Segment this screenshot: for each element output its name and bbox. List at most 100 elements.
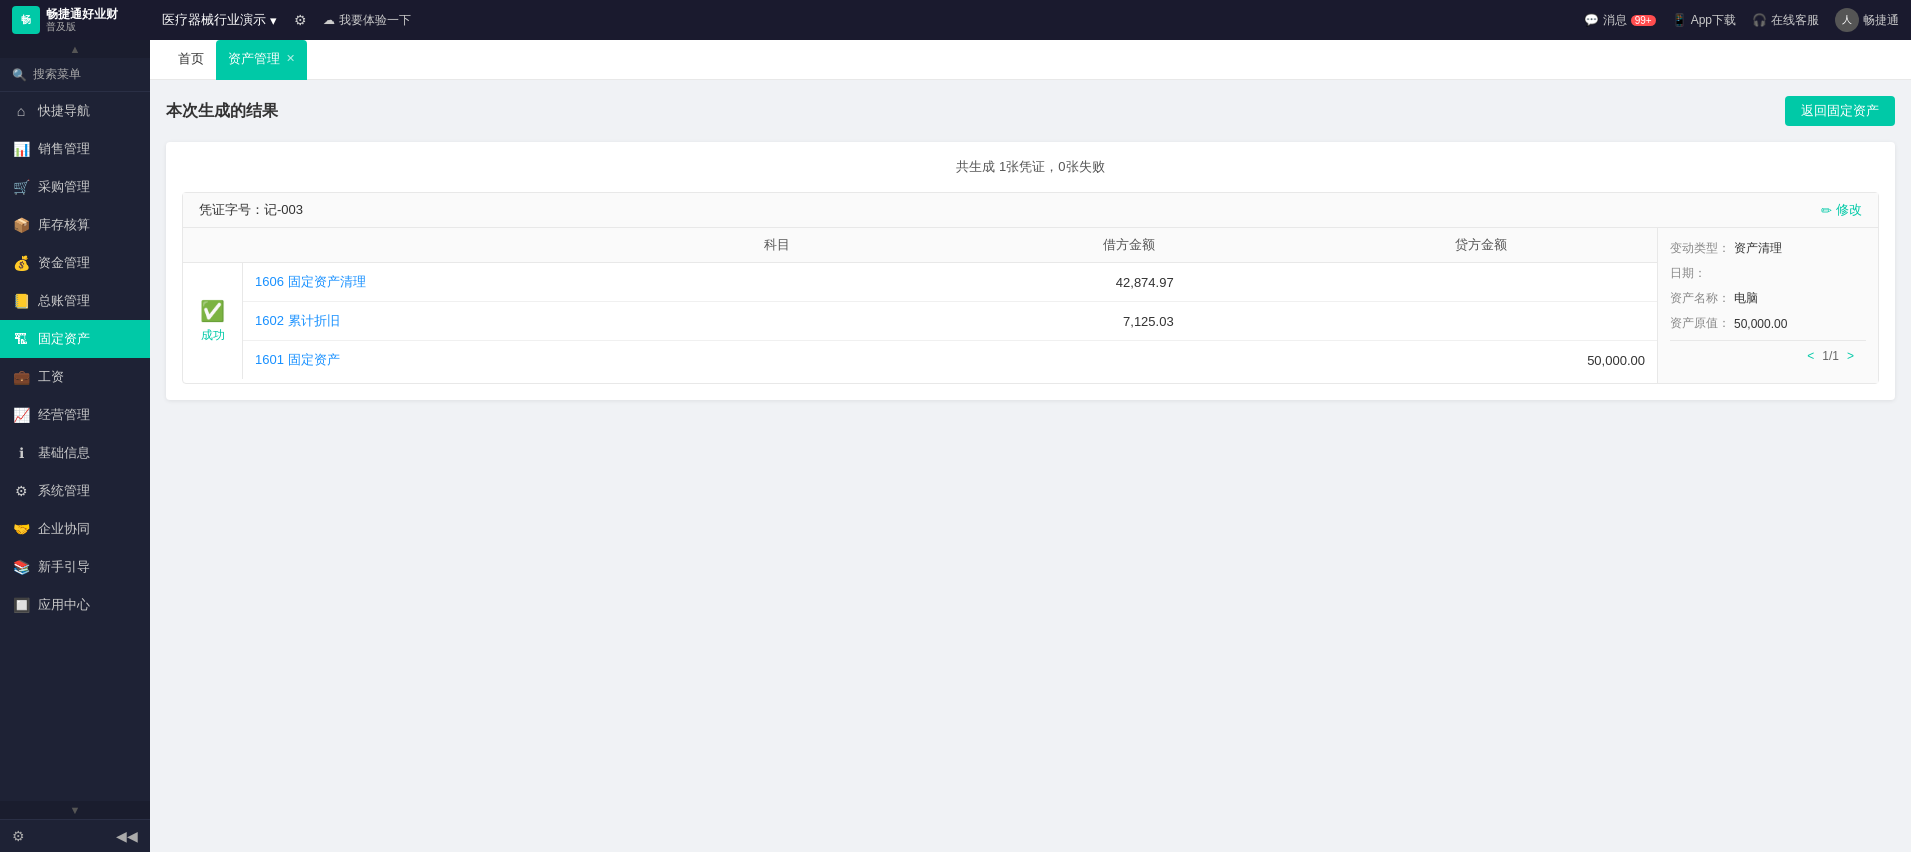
app-download-button[interactable]: 📱 App下载 bbox=[1672, 12, 1736, 29]
messages-badge: 99+ bbox=[1631, 15, 1656, 26]
purchase-icon: 🛒 bbox=[12, 178, 30, 196]
sidebar-item-app-center[interactable]: 🔲 应用中心 bbox=[0, 586, 150, 624]
tab-close-icon[interactable]: ✕ bbox=[286, 52, 295, 65]
prev-page-button[interactable]: < bbox=[1807, 349, 1814, 363]
page-header: 本次生成的结果 返回固定资产 bbox=[166, 96, 1895, 126]
asset-name-label: 资产名称： bbox=[1670, 290, 1730, 307]
sidebar-item-label: 采购管理 bbox=[38, 178, 90, 196]
sidebar-item-basic-info[interactable]: ℹ 基础信息 bbox=[0, 434, 150, 472]
credit-cell-3: 50,000.00 bbox=[1186, 343, 1657, 378]
debit-cell-3 bbox=[714, 350, 1185, 370]
change-type-row: 变动类型： 资产清理 bbox=[1670, 240, 1866, 257]
payroll-icon: 💼 bbox=[12, 368, 30, 386]
subject-cell-1[interactable]: 1606 固定资产清理 bbox=[243, 263, 714, 301]
sidebar-item-ledger[interactable]: 📒 总账管理 bbox=[0, 282, 150, 320]
sidebar-item-label: 系统管理 bbox=[38, 482, 90, 500]
experience-button[interactable]: ☁ 我要体验一下 bbox=[323, 12, 411, 29]
operations-icon: 📈 bbox=[12, 406, 30, 424]
tab-home[interactable]: 首页 bbox=[166, 40, 216, 80]
asset-original-value-row: 资产原值： 50,000.00 bbox=[1670, 315, 1866, 332]
search-menu-button[interactable]: 🔍 搜索菜单 bbox=[0, 58, 150, 92]
online-service-button[interactable]: 🎧 在线客服 bbox=[1752, 12, 1819, 29]
capital-icon: 💰 bbox=[12, 254, 30, 272]
sidebar-item-label: 总账管理 bbox=[38, 292, 90, 310]
change-type-value: 资产清理 bbox=[1734, 240, 1782, 257]
sidebar-item-inventory[interactable]: 📦 库存核算 bbox=[0, 206, 150, 244]
voucher-table: 科目 借方金额 贷方金额 ✅ 成功 bbox=[183, 228, 1658, 383]
credit-cell-1 bbox=[1186, 272, 1657, 292]
tab-asset-mgmt[interactable]: 资产管理 ✕ bbox=[216, 40, 307, 80]
scroll-down-arrow[interactable]: ▼ bbox=[0, 801, 150, 819]
sidebar-item-enterprise[interactable]: 🤝 企业协同 bbox=[0, 510, 150, 548]
collapse-sidebar-button[interactable]: ◀◀ bbox=[116, 828, 138, 844]
sidebar-item-payroll[interactable]: 💼 工资 bbox=[0, 358, 150, 396]
page-info: 1/1 bbox=[1822, 349, 1839, 363]
sidebar-item-label: 新手引导 bbox=[38, 558, 90, 576]
sidebar-bottom: ⚙ ◀◀ bbox=[0, 819, 150, 852]
cloud-icon: ☁ bbox=[323, 13, 335, 27]
sidebar-item-label: 应用中心 bbox=[38, 596, 90, 614]
user-area[interactable]: 人 畅捷通 bbox=[1835, 8, 1899, 32]
voucher-section: 凭证字号：记-003 ✏ 修改 科目 bbox=[182, 192, 1879, 384]
result-summary: 共生成 1张凭证，0张失败 bbox=[182, 158, 1879, 176]
sidebar-item-fixed-assets[interactable]: 🏗 固定资产 bbox=[0, 320, 150, 358]
sidebar-item-label: 经营管理 bbox=[38, 406, 90, 424]
sidebar-item-quick-nav[interactable]: ⌂ 快捷导航 bbox=[0, 92, 150, 130]
success-indicator: ✅ 成功 bbox=[183, 263, 243, 379]
scroll-up-arrow[interactable]: ▲ bbox=[0, 40, 150, 58]
sidebar-item-operations[interactable]: 📈 经营管理 bbox=[0, 396, 150, 434]
logo-icon: 畅 bbox=[12, 6, 40, 34]
success-label: 成功 bbox=[201, 327, 225, 344]
table-rows-container: 1606 固定资产清理 42,874.97 1602 累计折旧 7,125.03 bbox=[243, 263, 1657, 379]
company-selector[interactable]: 医疗器械行业演示 ▾ bbox=[162, 11, 277, 29]
sidebar-item-capital[interactable]: 💰 资金管理 bbox=[0, 244, 150, 282]
search-menu-label: 搜索菜单 bbox=[33, 66, 81, 83]
debit-cell-1: 42,874.97 bbox=[714, 265, 1185, 300]
messages-button[interactable]: 💬 消息 99+ bbox=[1584, 12, 1656, 29]
change-type-label: 变动类型： bbox=[1670, 240, 1730, 257]
tab-home-label: 首页 bbox=[178, 50, 204, 68]
logo-main: 畅捷通好业财 bbox=[46, 7, 118, 21]
subject-cell-3[interactable]: 1601 固定资产 bbox=[243, 341, 714, 379]
sidebar-settings-icon[interactable]: ⚙ bbox=[12, 828, 25, 844]
sidebar-item-label: 基础信息 bbox=[38, 444, 90, 462]
sidebar-item-purchase[interactable]: 🛒 采购管理 bbox=[0, 168, 150, 206]
edit-icon: ✏ bbox=[1821, 203, 1832, 218]
ledger-icon: 📒 bbox=[12, 292, 30, 310]
success-checkmark-icon: ✅ bbox=[200, 299, 225, 323]
date-row: 日期： bbox=[1670, 265, 1866, 282]
th-subject: 科目 bbox=[601, 228, 953, 262]
table-row: 1606 固定资产清理 42,874.97 bbox=[243, 263, 1657, 302]
home-icon: ⌂ bbox=[12, 102, 30, 120]
sidebar-item-sales[interactable]: 📊 销售管理 bbox=[0, 130, 150, 168]
subject-cell-2[interactable]: 1602 累计折旧 bbox=[243, 302, 714, 340]
summary-text: 共生成 1张凭证，0张失败 bbox=[956, 159, 1104, 174]
system-icon: ⚙ bbox=[12, 482, 30, 500]
inventory-icon: 📦 bbox=[12, 216, 30, 234]
sidebar-item-label: 固定资产 bbox=[38, 330, 90, 348]
logo-sub: 普及版 bbox=[46, 21, 118, 33]
page-title: 本次生成的结果 bbox=[166, 101, 278, 122]
company-name: 医疗器械行业演示 bbox=[162, 11, 266, 29]
sidebar-item-newbie[interactable]: 📚 新手引导 bbox=[0, 548, 150, 586]
gear-icon: ⚙ bbox=[294, 12, 307, 28]
newbie-icon: 📚 bbox=[12, 558, 30, 576]
sales-icon: 📊 bbox=[12, 140, 30, 158]
sidebar-item-label: 资金管理 bbox=[38, 254, 90, 272]
avatar: 人 bbox=[1835, 8, 1859, 32]
next-page-button[interactable]: > bbox=[1847, 349, 1854, 363]
table-row: 1602 累计折旧 7,125.03 bbox=[243, 302, 1657, 341]
credit-cell-2 bbox=[1186, 311, 1657, 331]
table-body: ✅ 成功 1606 固定资产清理 42,874.97 bbox=[183, 263, 1657, 379]
th-credit: 贷方金额 bbox=[1305, 228, 1657, 262]
sidebar-item-system[interactable]: ⚙ 系统管理 bbox=[0, 472, 150, 510]
sidebar-item-label: 库存核算 bbox=[38, 216, 90, 234]
back-to-fixed-assets-button[interactable]: 返回固定资产 bbox=[1785, 96, 1895, 126]
fixed-assets-icon: 🏗 bbox=[12, 330, 30, 348]
settings-button[interactable]: ⚙ bbox=[287, 7, 313, 33]
sidebar-item-label: 工资 bbox=[38, 368, 64, 386]
dropdown-icon: ▾ bbox=[270, 13, 277, 28]
app-center-icon: 🔲 bbox=[12, 596, 30, 614]
edit-voucher-button[interactable]: ✏ 修改 bbox=[1821, 201, 1862, 219]
app-download-label: App下载 bbox=[1691, 12, 1736, 29]
